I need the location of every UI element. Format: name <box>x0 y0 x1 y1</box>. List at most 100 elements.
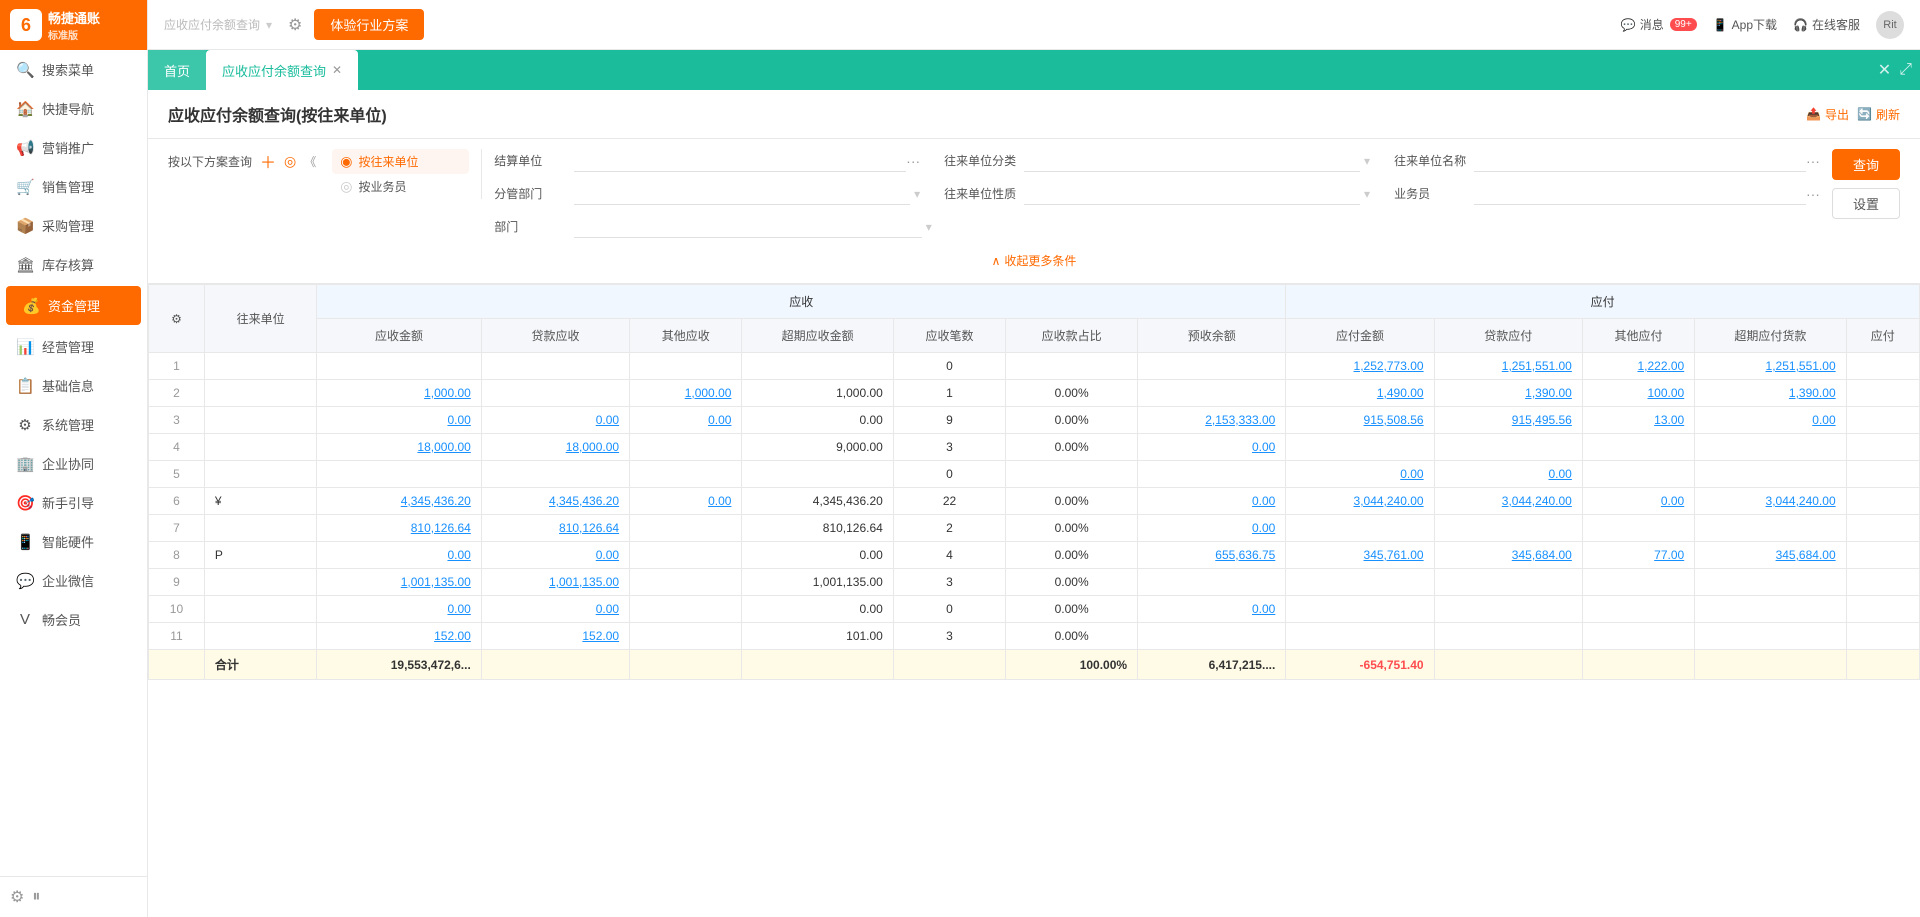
settings-button[interactable]: 设置 <box>1832 188 1900 219</box>
table-cell-link[interactable]: 1,251,551.00 <box>1766 359 1836 373</box>
sidebar-item-finance[interactable]: 💰资金管理 <box>6 286 141 325</box>
sidebar-item-search[interactable]: 🔍搜索菜单 <box>0 50 147 89</box>
table-cell-link[interactable]: 1,000.00 <box>424 386 471 400</box>
table-cell-link[interactable]: 18,000.00 <box>417 440 470 454</box>
table-cell-link[interactable]: 152.00 <box>434 629 471 643</box>
tab-query[interactable]: 应收应付余额查询 ✕ <box>206 50 358 90</box>
table-cell-link[interactable]: 152.00 <box>582 629 619 643</box>
sidebar-item-guide[interactable]: 🎯新手引导 <box>0 483 147 522</box>
footer-collapse-icon[interactable]: ⏸ <box>32 888 40 906</box>
sidebar-item-marketing[interactable]: 📢营销推广 <box>0 128 147 167</box>
table-cell-link[interactable]: 1,222.00 <box>1637 359 1684 373</box>
table-cell-link[interactable]: 0.00 <box>447 602 470 616</box>
table-cell-link[interactable]: 1,390.00 <box>1525 386 1572 400</box>
sidebar-item-operation[interactable]: 📊经营管理 <box>0 327 147 366</box>
table-cell-link[interactable]: 4,345,436.20 <box>549 494 619 508</box>
export-button[interactable]: 📤 导出 <box>1806 106 1849 123</box>
sidebar-item-system[interactable]: ⚙系统管理 <box>0 405 147 444</box>
message-button[interactable]: 💬 消息 99+ <box>1621 16 1697 33</box>
partner-name-input[interactable] <box>1474 149 1806 172</box>
table-cell-link[interactable]: 1,001,135.00 <box>401 575 471 589</box>
dept-input[interactable] <box>574 182 910 205</box>
table-cell-link[interactable]: 0.00 <box>596 602 619 616</box>
table-cell-link[interactable]: 18,000.00 <box>566 440 619 454</box>
table-cell-link[interactable]: 0.00 <box>1661 494 1684 508</box>
solution-button[interactable]: 体验行业方案 <box>314 9 424 40</box>
refresh-button[interactable]: 🔄 刷新 <box>1857 106 1900 123</box>
table-cell-link[interactable]: 13.00 <box>1654 413 1684 427</box>
table-cell-link[interactable]: 345,761.00 <box>1364 548 1424 562</box>
scheme-collapse-icon[interactable]: 《 <box>304 153 316 170</box>
settlement-input[interactable] <box>574 149 906 172</box>
table-cell-link[interactable]: 3,044,240.00 <box>1354 494 1424 508</box>
scheme-item-partner[interactable]: ◉ 按往来单位 <box>332 149 469 174</box>
th-settings[interactable]: ⚙ <box>149 285 205 353</box>
table-cell-link[interactable]: 77.00 <box>1654 548 1684 562</box>
partner-name-dots-icon[interactable]: ··· <box>1806 153 1820 169</box>
dept-arrow-icon[interactable]: ▾ <box>914 187 920 201</box>
table-cell-link[interactable]: 1,000.00 <box>685 386 732 400</box>
collapse-more-button[interactable]: ∧ 收起更多条件 <box>992 252 1077 269</box>
section-input[interactable] <box>574 215 921 238</box>
table-cell-link[interactable]: 0.00 <box>1549 467 1572 481</box>
table-cell-link[interactable]: 3,044,240.00 <box>1766 494 1836 508</box>
table-cell-link[interactable]: 1,252,773.00 <box>1354 359 1424 373</box>
section-arrow-icon[interactable]: ▾ <box>926 220 932 234</box>
table-cell-link[interactable]: 100.00 <box>1648 386 1685 400</box>
table-cell-link[interactable]: 345,684.00 <box>1776 548 1836 562</box>
table-cell-link[interactable]: 655,636.75 <box>1215 548 1275 562</box>
table-cell-link[interactable]: 1,390.00 <box>1789 386 1836 400</box>
sidebar-item-sales[interactable]: 🛒销售管理 <box>0 167 147 206</box>
table-cell-link[interactable]: 0.00 <box>1400 467 1423 481</box>
sidebar-item-member[interactable]: V畅会员 <box>0 600 147 639</box>
online-service-button[interactable]: 🎧 在线客服 <box>1793 16 1860 33</box>
tab-home[interactable]: 首页 <box>148 50 206 90</box>
footer-gear-icon[interactable]: ⚙ <box>10 887 24 907</box>
sidebar-item-wechat[interactable]: 💬企业微信 <box>0 561 147 600</box>
partner-category-input[interactable] <box>1024 149 1360 172</box>
sidebar-item-inventory[interactable]: 🏛库存核算 <box>0 245 147 284</box>
table-cell-link[interactable]: 1,490.00 <box>1377 386 1424 400</box>
topbar-gear-icon[interactable]: ⚙ <box>288 15 302 35</box>
table-cell-link[interactable]: 0.00 <box>708 494 731 508</box>
app-download-button[interactable]: 📱 App下载 <box>1713 16 1777 33</box>
table-cell-link[interactable]: 810,126.64 <box>411 521 471 535</box>
user-info[interactable]: Rit <box>1876 11 1904 39</box>
sidebar-item-hardware[interactable]: 📱智能硬件 <box>0 522 147 561</box>
partner-nature-arrow-icon[interactable]: ▾ <box>1364 187 1370 201</box>
settlement-dots-icon[interactable]: ··· <box>906 153 920 169</box>
table-cell-link[interactable]: 0.00 <box>1252 521 1275 535</box>
scheme-item-salesman[interactable]: ◎ 按业务员 <box>332 174 469 199</box>
table-cell-link[interactable]: 0.00 <box>447 548 470 562</box>
table-cell-link[interactable]: 3,044,240.00 <box>1502 494 1572 508</box>
table-cell-link[interactable]: 0.00 <box>1252 440 1275 454</box>
partner-nature-input[interactable] <box>1024 182 1360 205</box>
sidebar-item-basic[interactable]: 📋基础信息 <box>0 366 147 405</box>
table-cell-link[interactable]: 345,684.00 <box>1512 548 1572 562</box>
table-cell-link[interactable]: 915,495.56 <box>1512 413 1572 427</box>
table-cell-link[interactable]: 0.00 <box>596 413 619 427</box>
table-cell-link[interactable]: 0.00 <box>447 413 470 427</box>
salesman-input[interactable] <box>1474 182 1806 205</box>
table-cell-link[interactable]: 1,001,135.00 <box>549 575 619 589</box>
scheme-add-icon[interactable]: ＋ <box>260 149 276 173</box>
tab-close-all-icon[interactable]: ✕ <box>1878 60 1891 80</box>
table-cell-link[interactable]: 915,508.56 <box>1364 413 1424 427</box>
query-button[interactable]: 查询 <box>1832 149 1900 180</box>
table-cell-link[interactable]: 0.00 <box>708 413 731 427</box>
table-cell-link[interactable]: 2,153,333.00 <box>1205 413 1275 427</box>
sidebar-item-purchase[interactable]: 📦采购管理 <box>0 206 147 245</box>
partner-category-arrow-icon[interactable]: ▾ <box>1364 154 1370 168</box>
table-cell-link[interactable]: 0.00 <box>1812 413 1835 427</box>
tab-expand-icon[interactable]: ⤢ <box>1899 61 1912 79</box>
scheme-settings-icon[interactable]: ◎ <box>284 153 296 170</box>
tab-close-icon[interactable]: ✕ <box>332 63 342 77</box>
sidebar-item-enterprise[interactable]: 🏢企业协同 <box>0 444 147 483</box>
table-cell-link[interactable]: 0.00 <box>1252 602 1275 616</box>
table-cell-link[interactable]: 0.00 <box>596 548 619 562</box>
table-cell-link[interactable]: 0.00 <box>1252 494 1275 508</box>
table-cell-link[interactable]: 1,251,551.00 <box>1502 359 1572 373</box>
sidebar-item-quick-nav[interactable]: 🏠快捷导航 <box>0 89 147 128</box>
salesman-dots-icon[interactable]: ··· <box>1806 186 1820 202</box>
table-cell-link[interactable]: 4,345,436.20 <box>401 494 471 508</box>
